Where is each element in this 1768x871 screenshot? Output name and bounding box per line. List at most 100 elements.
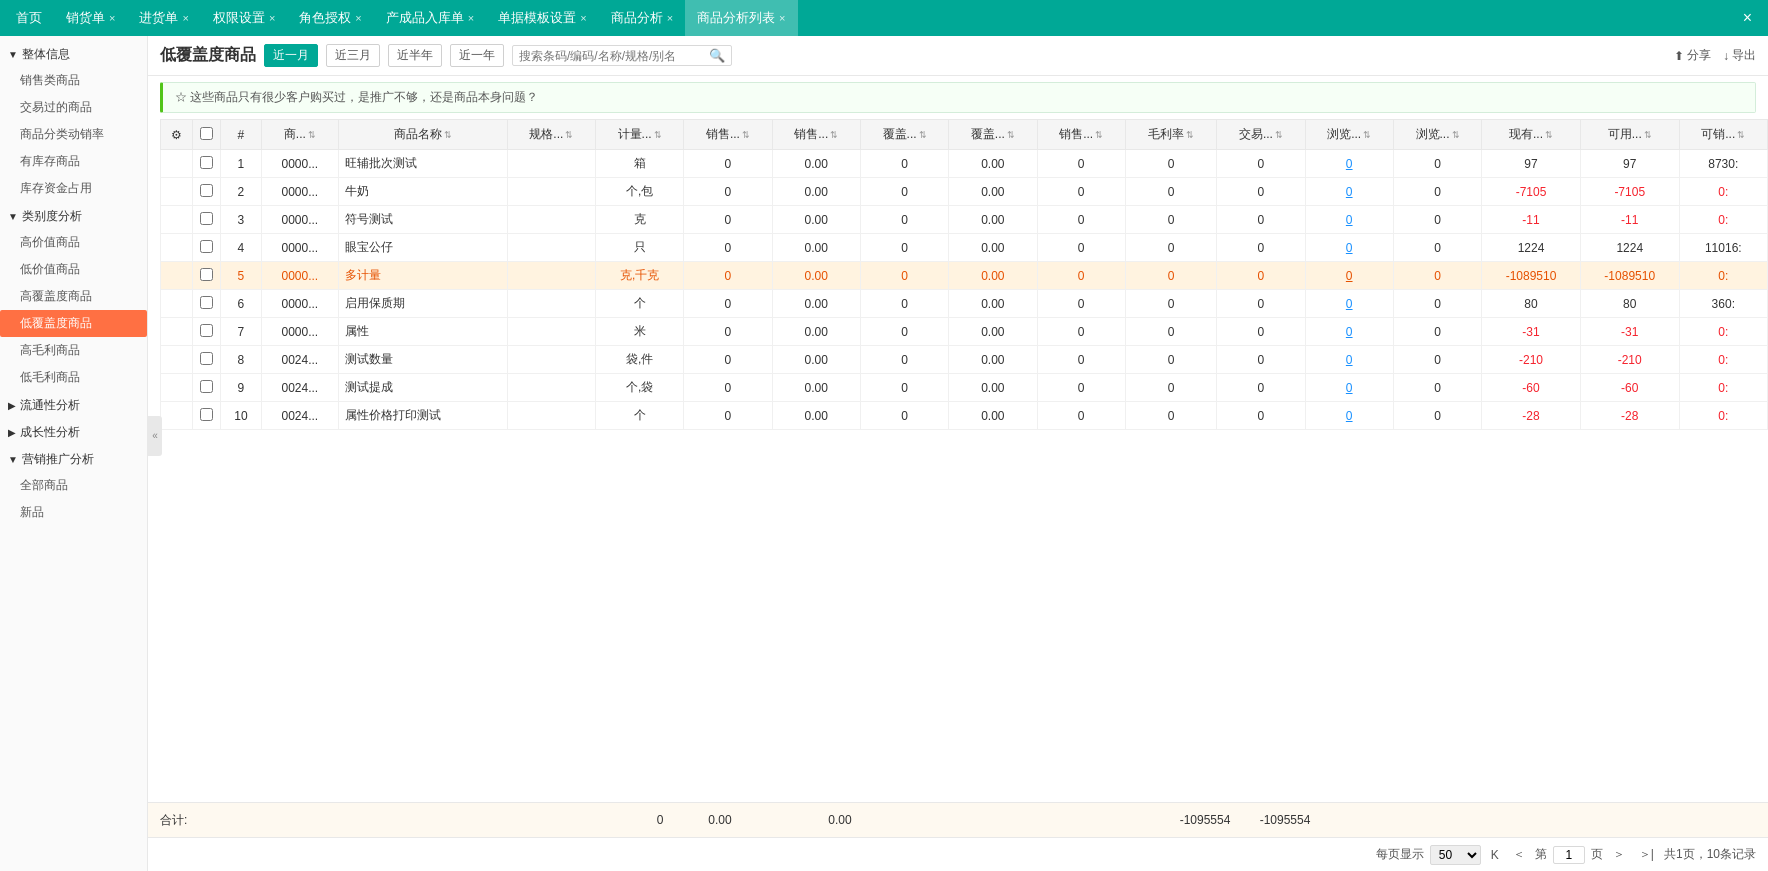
sidebar-item-stock-capital[interactable]: 库存资金占用 xyxy=(0,175,147,202)
row-checkbox[interactable] xyxy=(200,408,213,421)
col-unit-header[interactable]: 计量...⇅ xyxy=(595,120,683,150)
table-cell: 0 xyxy=(1393,290,1481,318)
table-cell[interactable] xyxy=(193,234,221,262)
col-coverage2-header[interactable]: 覆盖...⇅ xyxy=(949,120,1037,150)
page-size-select[interactable]: 50 100 200 xyxy=(1430,845,1481,865)
row-checkbox[interactable] xyxy=(200,380,213,393)
col-sales2-header[interactable]: 销售...⇅ xyxy=(1037,120,1125,150)
close-permissions-tab[interactable]: × xyxy=(269,12,275,24)
sidebar-item-low-profit[interactable]: 低毛利商品 xyxy=(0,364,147,391)
sidebar-section-quality[interactable]: ▼ 类别度分析 xyxy=(0,202,147,229)
col-checkbox[interactable] xyxy=(193,120,221,150)
tab-purchase[interactable]: 进货单 × xyxy=(127,0,200,36)
prev-prev-page[interactable]: K xyxy=(1487,846,1503,864)
sidebar-item-traded-goods[interactable]: 交易过的商品 xyxy=(0,94,147,121)
sidebar-collapse-button[interactable]: « xyxy=(148,416,162,456)
sidebar-item-high-value[interactable]: 高价值商品 xyxy=(0,229,147,256)
sidebar-item-low-coverage[interactable]: 低覆盖度商品 xyxy=(0,310,147,337)
date-filter-6month[interactable]: 近半年 xyxy=(388,44,442,67)
search-box[interactable]: 🔍 xyxy=(512,45,732,66)
table-cell[interactable] xyxy=(193,206,221,234)
col-browse1-header[interactable]: 浏览...⇅ xyxy=(1305,120,1393,150)
close-analysis-tab[interactable]: × xyxy=(667,12,673,24)
row-checkbox[interactable] xyxy=(200,184,213,197)
row-checkbox[interactable] xyxy=(200,212,213,225)
tab-products[interactable]: 产成品入库单 × xyxy=(374,0,486,36)
row-checkbox[interactable] xyxy=(200,296,213,309)
table-cell[interactable] xyxy=(193,318,221,346)
table-cell[interactable] xyxy=(193,150,221,178)
close-window-button[interactable]: × xyxy=(1731,9,1764,27)
table-cell: 80 xyxy=(1580,290,1679,318)
col-sales-amount-header[interactable]: 销售...⇅ xyxy=(772,120,860,150)
share-button[interactable]: ⬆ 分享 xyxy=(1674,47,1711,64)
table-cell: 0.00 xyxy=(949,346,1037,374)
close-analysis-list-tab[interactable]: × xyxy=(779,12,785,24)
tab-home[interactable]: 首页 xyxy=(4,0,54,36)
close-templates-tab[interactable]: × xyxy=(580,12,586,24)
col-spec-header[interactable]: 规格...⇅ xyxy=(507,120,595,150)
sidebar-item-promo-rate[interactable]: 商品分类动销率 xyxy=(0,121,147,148)
col-available-header[interactable]: 可用...⇅ xyxy=(1580,120,1679,150)
table-row: 100024...属性价格打印测试个00.0000.0000000-28-280… xyxy=(161,402,1768,430)
col-name-header[interactable]: 商品名称⇅ xyxy=(338,120,507,150)
tab-roles[interactable]: 角色授权 × xyxy=(287,0,373,36)
sidebar-item-low-value[interactable]: 低价值商品 xyxy=(0,256,147,283)
table-cell: 0.00 xyxy=(772,402,860,430)
date-filter-3month[interactable]: 近三月 xyxy=(326,44,380,67)
table-cell[interactable] xyxy=(193,290,221,318)
row-checkbox[interactable] xyxy=(200,240,213,253)
close-purchase-tab[interactable]: × xyxy=(182,12,188,24)
table-cell[interactable] xyxy=(193,262,221,290)
sidebar-item-high-coverage[interactable]: 高覆盖度商品 xyxy=(0,283,147,310)
page-input[interactable] xyxy=(1553,846,1585,864)
tab-analysis-list[interactable]: 商品分析列表 × xyxy=(685,0,797,36)
row-checkbox[interactable] xyxy=(200,156,213,169)
export-button[interactable]: ↓ 导出 xyxy=(1723,47,1756,64)
sidebar-section-marketing[interactable]: ▼ 营销推广分析 xyxy=(0,445,147,472)
row-checkbox[interactable] xyxy=(200,352,213,365)
tab-analysis[interactable]: 商品分析 × xyxy=(599,0,685,36)
col-sales-qty-header[interactable]: 销售...⇅ xyxy=(684,120,772,150)
col-sellable-header[interactable]: 可销...⇅ xyxy=(1679,120,1767,150)
table-cell[interactable] xyxy=(193,402,221,430)
col-profit-rate-header[interactable]: 毛利率⇅ xyxy=(1125,120,1216,150)
close-roles-tab[interactable]: × xyxy=(355,12,361,24)
table-cell[interactable] xyxy=(193,346,221,374)
col-current-header[interactable]: 现有...⇅ xyxy=(1482,120,1581,150)
sidebar-item-sales-goods[interactable]: 销售类商品 xyxy=(0,67,147,94)
table-cell[interactable] xyxy=(193,178,221,206)
col-settings[interactable]: ⚙ xyxy=(161,120,193,150)
sidebar-item-all-goods[interactable]: 全部商品 xyxy=(0,472,147,499)
row-checkbox[interactable] xyxy=(200,268,213,281)
sidebar-item-high-profit[interactable]: 高毛利商品 xyxy=(0,337,147,364)
select-all-checkbox[interactable] xyxy=(200,127,213,140)
table-cell: -31 xyxy=(1580,318,1679,346)
next-page[interactable]: ＞ xyxy=(1609,844,1629,865)
table-header-row: ⚙ # 商...⇅ 商品名称⇅ 规格...⇅ 计量...⇅ 销售...⇅ 销售.… xyxy=(161,120,1768,150)
sidebar-section-overall[interactable]: ▼ 整体信息 xyxy=(0,40,147,67)
col-coverage1-header[interactable]: 覆盖...⇅ xyxy=(860,120,948,150)
date-filter-1month[interactable]: 近一月 xyxy=(264,44,318,67)
tab-sales[interactable]: 销货单 × xyxy=(54,0,127,36)
table-cell[interactable] xyxy=(193,374,221,402)
col-browse2-header[interactable]: 浏览...⇅ xyxy=(1393,120,1481,150)
search-icon[interactable]: 🔍 xyxy=(709,48,725,63)
next-next-page[interactable]: ＞| xyxy=(1635,844,1658,865)
col-code-header[interactable]: 商...⇅ xyxy=(261,120,338,150)
row-checkbox[interactable] xyxy=(200,324,213,337)
table-cell: 0 xyxy=(860,150,948,178)
sidebar-item-has-stock[interactable]: 有库存商品 xyxy=(0,148,147,175)
close-products-tab[interactable]: × xyxy=(468,12,474,24)
tab-templates[interactable]: 单据模板设置 × xyxy=(486,0,598,36)
col-trade-header[interactable]: 交易...⇅ xyxy=(1217,120,1305,150)
prev-page[interactable]: ＜ xyxy=(1509,844,1529,865)
sidebar-item-new-goods[interactable]: 新品 xyxy=(0,499,147,526)
sidebar-section-flow[interactable]: ▶ 流通性分析 xyxy=(0,391,147,418)
date-filter-1year[interactable]: 近一年 xyxy=(450,44,504,67)
tab-permissions[interactable]: 权限设置 × xyxy=(201,0,287,36)
sidebar-section-growth[interactable]: ▶ 成长性分析 xyxy=(0,418,147,445)
search-input[interactable] xyxy=(519,49,705,63)
data-table-wrapper[interactable]: ⚙ # 商...⇅ 商品名称⇅ 规格...⇅ 计量...⇅ 销售...⇅ 销售.… xyxy=(148,119,1768,802)
close-sales-tab[interactable]: × xyxy=(109,12,115,24)
